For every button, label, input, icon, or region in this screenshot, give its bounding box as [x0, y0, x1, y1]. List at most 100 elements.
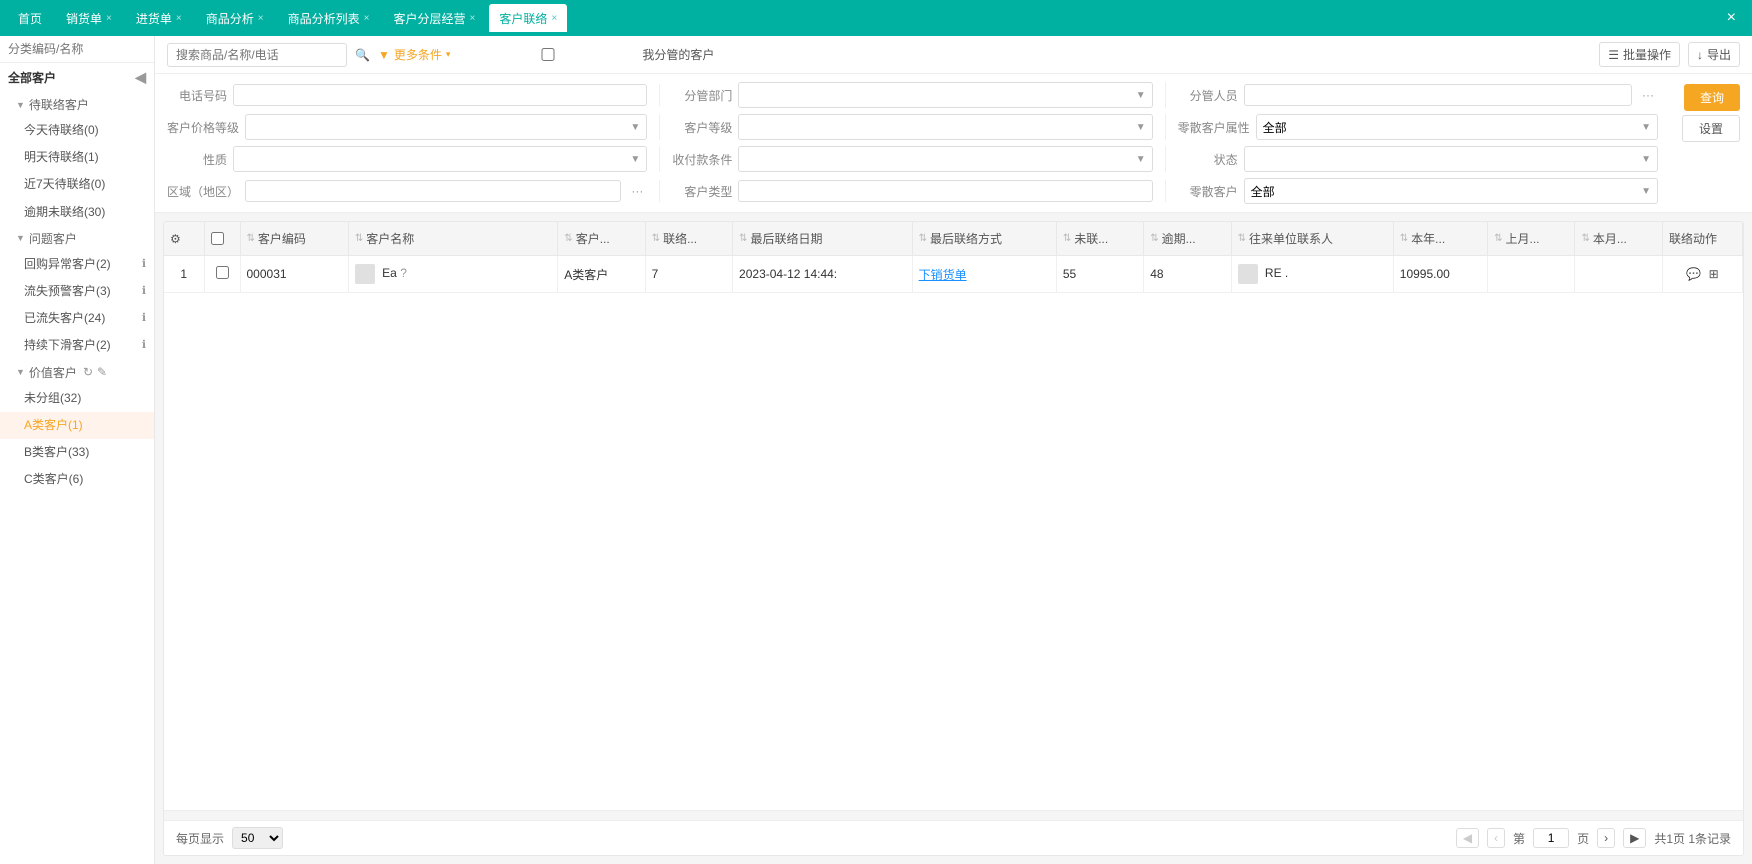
- th-contact-person[interactable]: ⇅ 往来单位联系人: [1231, 222, 1393, 256]
- edit-icon[interactable]: ✎: [97, 365, 107, 379]
- sidebar-group-problem[interactable]: 问题客户: [0, 226, 154, 251]
- sort-icon-name: ⇅: [355, 233, 363, 244]
- customer-type-label: 客户类型: [672, 183, 732, 200]
- sidebar-group-value[interactable]: ▼ 价值客户 ↻ ✎: [0, 360, 154, 385]
- sidebar-collapse-icon[interactable]: ◀: [135, 69, 146, 86]
- filter-cell-manager: 分管人员 ···: [1166, 84, 1670, 106]
- more-conditions-btn[interactable]: ▼ 更多条件 ▾: [378, 46, 450, 63]
- region-dots[interactable]: ···: [627, 184, 647, 198]
- row-checkbox[interactable]: [216, 266, 229, 279]
- customer-type-input[interactable]: [738, 180, 1152, 202]
- close-customer-contact[interactable]: ×: [551, 13, 557, 24]
- cell-checkbox: [204, 256, 240, 293]
- sidebar-item-b-class[interactable]: B类客户(33): [0, 439, 154, 466]
- last-method-link[interactable]: 下销货单: [919, 268, 967, 282]
- status-select[interactable]: ▼: [1244, 146, 1658, 172]
- my-customers-checkbox[interactable]: [458, 48, 638, 61]
- last-page-btn[interactable]: ▶: [1623, 828, 1646, 848]
- scattered-attr-select[interactable]: 全部 ▼: [1256, 114, 1658, 140]
- cell-last-date: 2023-04-12 14:44:: [733, 256, 913, 293]
- search-icon[interactable]: 🔍: [355, 48, 370, 62]
- chat-action-icon[interactable]: 💬: [1686, 267, 1701, 281]
- close-purchase-order[interactable]: ×: [176, 13, 182, 24]
- dept-select[interactable]: ▼: [738, 82, 1152, 108]
- export-btn[interactable]: ↓ 导出: [1688, 42, 1740, 67]
- filter-row-4: 区域（地区） ··· 客户类型 零散客户 全部 ▼: [167, 178, 1670, 204]
- page-input[interactable]: [1533, 828, 1569, 848]
- sidebar-item-tomorrow[interactable]: 明天待联络(1): [0, 144, 154, 171]
- sidebar-item-repurchase-abnormal[interactable]: 回购异常客户(2) ℹ: [0, 251, 154, 278]
- th-overdue[interactable]: ⇅ 逾期...: [1144, 222, 1231, 256]
- filter-cell-nature: 性质 ▼: [167, 146, 660, 172]
- phone-input[interactable]: [233, 84, 647, 106]
- nav-customer-stratification[interactable]: 客户分层经营 ×: [383, 4, 485, 32]
- grid-action-icon[interactable]: ⊞: [1709, 267, 1719, 281]
- all-customers-header[interactable]: 全部客户 ◀: [0, 63, 154, 92]
- th-not-contacted[interactable]: ⇅ 未联...: [1056, 222, 1143, 256]
- cell-this-year: 10995.00: [1393, 256, 1487, 293]
- sidebar-item-churn-warning[interactable]: 流失预警客户(3) ℹ: [0, 278, 154, 305]
- sidebar-item-churned[interactable]: 已流失客户(24) ℹ: [0, 305, 154, 332]
- th-contact[interactable]: ⇅ 联络...: [645, 222, 732, 256]
- th-last-method[interactable]: ⇅ 最后联络方式: [912, 222, 1056, 256]
- horizontal-scrollbar[interactable]: [164, 810, 1743, 820]
- th-name[interactable]: ⇅ 客户名称: [348, 222, 557, 256]
- batch-operations-btn[interactable]: ☰ 批量操作: [1599, 42, 1680, 67]
- export-icon: ↓: [1697, 48, 1703, 62]
- cell-last-method: 下销货单: [912, 256, 1056, 293]
- filter-row-3: 性质 ▼ 收付款条件 ▼: [167, 146, 1670, 172]
- status-arrow: ▼: [1641, 154, 1651, 165]
- my-customers-checkbox-label[interactable]: 我分管的客户: [458, 46, 714, 63]
- th-this-month[interactable]: ⇅ 本月...: [1575, 222, 1663, 256]
- nav-sales-order[interactable]: 销货单 ×: [56, 4, 122, 32]
- sidebar-item-overdue[interactable]: 逾期未联络(30): [0, 199, 154, 226]
- sidebar-item-declining[interactable]: 持续下滑客户(2) ℹ: [0, 332, 154, 359]
- nav-customer-contact[interactable]: 客户联络 ×: [489, 4, 567, 32]
- nature-select[interactable]: ▼: [233, 146, 647, 172]
- first-page-btn[interactable]: ◀: [1456, 828, 1479, 848]
- per-page-select[interactable]: 50 100 200: [232, 827, 283, 849]
- nav-purchase-order[interactable]: 进货单 ×: [126, 4, 192, 32]
- th-last-month[interactable]: ⇅ 上月...: [1488, 222, 1575, 256]
- sort-icon-type: ⇅: [564, 233, 572, 244]
- settings-button[interactable]: 设置: [1682, 115, 1740, 142]
- sidebar-item-7days[interactable]: 近7天待联络(0): [0, 171, 154, 198]
- refresh-icon[interactable]: ↻: [83, 365, 93, 379]
- close-product-analysis-list[interactable]: ×: [364, 13, 370, 24]
- th-this-year[interactable]: ⇅ 本年...: [1393, 222, 1487, 256]
- sidebar-item-a-class[interactable]: A类客户(1): [0, 412, 154, 439]
- price-grade-select[interactable]: ▼: [245, 114, 647, 140]
- advanced-filters: 电话号码 分管部门 ▼ 分管人员: [155, 74, 1752, 213]
- customer-grade-select[interactable]: ▼: [738, 114, 1152, 140]
- scattered-select[interactable]: 全部 ▼: [1244, 178, 1658, 204]
- manager-input[interactable]: [1244, 84, 1632, 106]
- table-wrapper[interactable]: ⚙ ⇅ 客户编码: [164, 222, 1743, 810]
- close-customer-stratification[interactable]: ×: [469, 13, 475, 24]
- sidebar-item-ungrouped[interactable]: 未分组(32): [0, 385, 154, 412]
- payment-select[interactable]: ▼: [738, 146, 1152, 172]
- th-last-date[interactable]: ⇅ 最后联络日期: [733, 222, 913, 256]
- window-close-button[interactable]: ×: [1719, 5, 1744, 31]
- nature-arrow: ▼: [630, 154, 640, 165]
- search-input[interactable]: [167, 43, 347, 67]
- th-type[interactable]: ⇅ 客户...: [558, 222, 645, 256]
- sort-icon-not-contacted: ⇅: [1063, 233, 1071, 244]
- gear-icon[interactable]: ⚙: [170, 232, 181, 246]
- nav-product-analysis[interactable]: 商品分析 ×: [196, 4, 274, 32]
- region-input[interactable]: [245, 180, 621, 202]
- info-icon-3: ℹ: [142, 337, 146, 355]
- manager-dots[interactable]: ···: [1638, 88, 1658, 102]
- search-button[interactable]: 查询: [1684, 84, 1740, 111]
- sidebar-item-c-class[interactable]: C类客户(6): [0, 466, 154, 493]
- nav-home[interactable]: 首页: [8, 4, 52, 32]
- th-code[interactable]: ⇅ 客户编码: [240, 222, 348, 256]
- select-all-checkbox[interactable]: [211, 232, 224, 245]
- next-page-btn[interactable]: ›: [1597, 828, 1615, 848]
- sidebar-search-input[interactable]: [8, 42, 155, 56]
- sidebar-group-waiting[interactable]: 待联络客户: [0, 92, 154, 117]
- nav-product-analysis-list[interactable]: 商品分析列表 ×: [278, 4, 380, 32]
- close-product-analysis[interactable]: ×: [258, 13, 264, 24]
- close-sales-order[interactable]: ×: [106, 13, 112, 24]
- prev-page-btn[interactable]: ‹: [1487, 828, 1505, 848]
- sidebar-item-today[interactable]: 今天待联络(0): [0, 117, 154, 144]
